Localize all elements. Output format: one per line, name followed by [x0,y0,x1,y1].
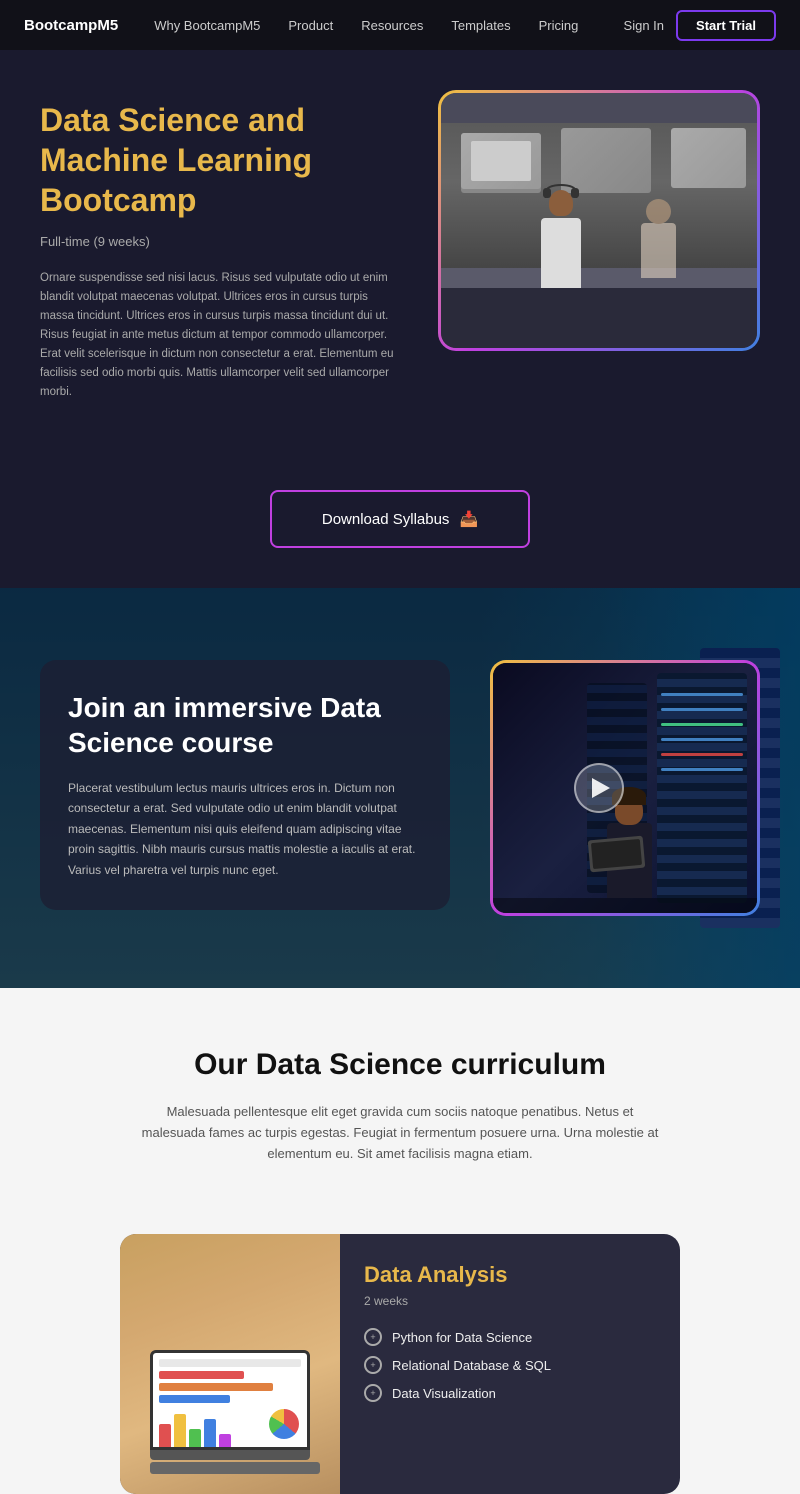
play-icon [592,778,610,798]
hero-title: Data Science and Machine Learning Bootca… [40,100,398,220]
da-topic-1: + Python for Data Science [364,1328,656,1346]
topic-label-2: Relational Database & SQL [392,1358,551,1373]
nav-item-resources[interactable]: Resources [349,12,435,39]
hero-image-border [438,90,760,351]
chart-bar-2 [174,1414,186,1449]
nav-item-templates[interactable]: Templates [439,12,522,39]
hero-image-inner [441,93,757,348]
da-topic-3: + Data Visualization [364,1384,656,1402]
screen-bar-4 [159,1395,230,1403]
curriculum-description: Malesuada pellentesque elit eget gravida… [135,1102,665,1164]
download-icon: 📥 [459,510,478,528]
da-image-side [120,1234,340,1494]
navbar: BootcampM5 Why BootcampM5 Product Resour… [0,0,800,50]
hero-schedule: Full-time (9 weeks) [40,234,398,249]
chart-bar-4 [204,1419,216,1449]
immersive-description: Placerat vestibulum lectus mauris ultric… [68,778,422,880]
immersive-title: Join an immersive Data Science course [68,690,422,760]
hero-description: Ornare suspendisse sed nisi lacus. Risus… [40,269,398,402]
nav-right: Sign In Start Trial [624,10,776,41]
curriculum-title: Our Data Science curriculum [60,1048,740,1082]
video-scene [493,663,757,913]
nav-item-product[interactable]: Product [276,12,345,39]
data-analysis-card: Data Analysis 2 weeks + Python for Data … [120,1234,680,1494]
nav-links: Why BootcampM5 Product Resources Templat… [142,12,615,39]
laptop-body [150,1350,310,1474]
immersive-content: Join an immersive Data Science course Pl… [40,660,760,916]
laptop-base [150,1450,310,1460]
hero-section: Data Science and Machine Learning Bootca… [0,50,800,470]
da-title: Data Analysis [364,1262,656,1288]
play-button[interactable] [574,763,624,813]
da-right: Data Analysis 2 weeks + Python for Data … [340,1234,680,1494]
chart-bar-5 [219,1434,231,1449]
nav-item-why[interactable]: Why BootcampM5 [142,12,272,39]
curriculum-section: Our Data Science curriculum Malesuada pe… [0,988,800,1204]
da-topics-list: + Python for Data Science + Relational D… [364,1328,656,1402]
download-label: Download Syllabus [322,511,450,528]
hero-left: Data Science and Machine Learning Bootca… [40,90,398,402]
nav-logo[interactable]: BootcampM5 [24,17,118,34]
video-person-figure [607,823,652,898]
download-section: Download Syllabus 📥 [0,470,800,588]
immersive-video-area [490,660,760,916]
start-trial-button[interactable]: Start Trial [676,10,776,41]
nav-item-pricing[interactable]: Pricing [527,12,591,39]
signin-link[interactable]: Sign In [624,18,664,33]
immersive-section: Join an immersive Data Science course Pl… [0,588,800,988]
immersive-left-card: Join an immersive Data Science course Pl… [40,660,450,910]
laptop-scene [120,1234,340,1494]
laptop-keyboard [150,1462,320,1474]
da-duration: 2 weeks [364,1294,656,1308]
screen-content [153,1353,307,1447]
da-topic-2: + Relational Database & SQL [364,1356,656,1374]
laptop-screen [150,1350,310,1450]
topic-label-1: Python for Data Science [392,1330,532,1345]
screen-bar-3 [159,1383,273,1391]
topic-label-3: Data Visualization [392,1386,496,1401]
download-syllabus-button[interactable]: Download Syllabus 📥 [270,490,530,548]
chart-bar-3 [189,1429,201,1449]
chart-bar-1 [159,1424,171,1449]
video-wrapper [490,660,760,916]
topic-icon-3: + [364,1384,382,1402]
video-player[interactable] [493,663,757,913]
screen-bar-2 [159,1371,244,1379]
screen-bar-1 [159,1359,301,1367]
hero-image [441,93,757,348]
data-analysis-section: Data Analysis 2 weeks + Python for Data … [0,1204,800,1494]
topic-icon-2: + [364,1356,382,1374]
hero-right [438,90,760,351]
topic-icon-1: + [364,1328,382,1346]
